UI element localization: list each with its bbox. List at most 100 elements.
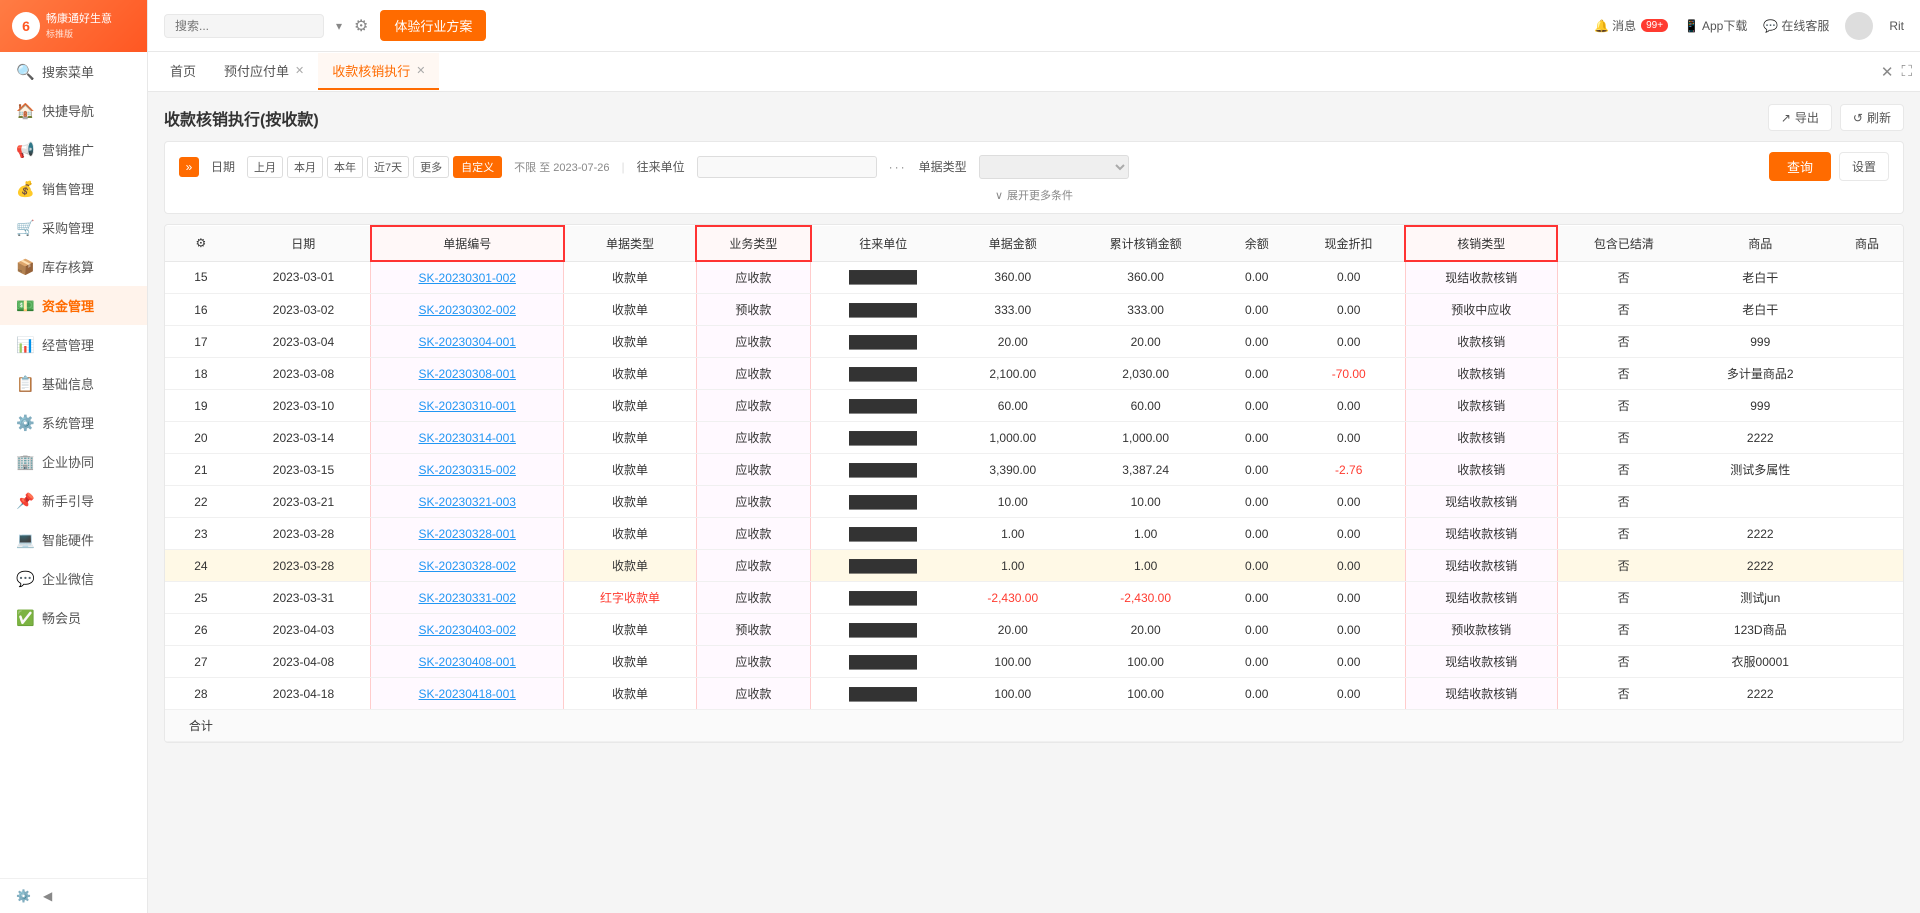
sidebar-item-purchase[interactable]: 🛒采购管理 [0, 208, 147, 247]
cell-goods: 999 [1689, 390, 1831, 422]
sidebar-item-inventory[interactable]: 📦库存核算 [0, 247, 147, 286]
sidebar-item-quicknav[interactable]: 🏠快捷导航 [0, 91, 147, 130]
date-more-btn[interactable]: 更多 [413, 156, 449, 178]
cell-partner: ████████ [811, 550, 956, 582]
cell-amount: -2,430.00 [955, 582, 1070, 614]
tab-home[interactable]: 首页 [156, 53, 210, 90]
date-7days-btn[interactable]: 近7天 [367, 156, 409, 178]
table-row[interactable]: 232023-03-28SK-20230328-001收款单应收款███████… [165, 518, 1903, 550]
table-row[interactable]: 192023-03-10SK-20230310-001收款单应收款███████… [165, 390, 1903, 422]
table-row[interactable]: 272023-04-08SK-20230408-001收款单应收款███████… [165, 646, 1903, 678]
tab-close-all-icon[interactable]: ✕ [1881, 63, 1894, 81]
sidebar-item-search[interactable]: 🔍搜索菜单 [0, 52, 147, 91]
cell-doc_no[interactable]: SK-20230403-002 [371, 614, 564, 646]
cell-doc_no[interactable]: SK-20230304-001 [371, 326, 564, 358]
cell-goods2 [1831, 550, 1903, 582]
sidebar-bottom: ⚙️ ◀ [0, 878, 147, 913]
cell-include_settled: 否 [1557, 390, 1689, 422]
sidebar-item-finance[interactable]: 💵资金管理 [0, 286, 147, 325]
sidebar-collapse-icon[interactable]: ◀ [43, 889, 52, 903]
table-row[interactable]: 222023-03-21SK-20230321-003收款单应收款███████… [165, 486, 1903, 518]
date-this-month-btn[interactable]: 本月 [287, 156, 323, 178]
partner-input[interactable] [697, 156, 877, 178]
cell-doc_type: 收款单 [564, 550, 696, 582]
date-custom-btn[interactable]: 自定义 [453, 156, 502, 178]
expand-more-btn[interactable]: ∨ 展开更多条件 [179, 187, 1889, 203]
sidebar-icon-sales: 💰 [16, 180, 34, 198]
table-row[interactable]: 252023-03-31SK-20230331-002红字收款单应收款█████… [165, 582, 1903, 614]
date-last-month-btn[interactable]: 上月 [247, 156, 283, 178]
table-row[interactable]: 202023-03-14SK-20230314-001收款单应收款███████… [165, 422, 1903, 454]
tab-close-collection[interactable]: ✕ [416, 64, 425, 77]
cell-discount: 0.00 [1293, 518, 1406, 550]
topbar-dropdown-icon[interactable]: ▾ [336, 19, 342, 33]
industry-solution-btn[interactable]: 体验行业方案 [380, 10, 486, 41]
cell-doc_no[interactable]: SK-20230408-001 [371, 646, 564, 678]
app-download-btn[interactable]: 📱 App下载 [1684, 17, 1747, 34]
sidebar-icon-purchase: 🛒 [16, 219, 34, 237]
cell-doc_no[interactable]: SK-20230315-002 [371, 454, 564, 486]
query-btn[interactable]: 查询 [1769, 152, 1831, 181]
user-avatar[interactable] [1845, 12, 1873, 40]
sidebar: 6 畅康通好生意 标推版 🔍搜索菜单🏠快捷导航📢营销推广💰销售管理🛒采购管理📦库… [0, 0, 148, 913]
cell-doc_type: 收款单 [564, 518, 696, 550]
refresh-btn[interactable]: ↺ 刷新 [1840, 104, 1904, 131]
table-row[interactable]: 152023-03-01SK-20230301-002收款单应收款███████… [165, 261, 1903, 294]
cell-doc_no[interactable]: SK-20230308-001 [371, 358, 564, 390]
tab-collection[interactable]: 收款核销执行✕ [318, 53, 439, 90]
sidebar-item-basics[interactable]: 📋基础信息 [0, 364, 147, 403]
cell-doc_no[interactable]: SK-20230314-001 [371, 422, 564, 454]
cell-index: 16 [165, 294, 237, 326]
total-cell-date [237, 710, 371, 742]
voucher-type-select[interactable] [979, 155, 1129, 179]
sidebar-settings-icon[interactable]: ⚙️ [16, 889, 31, 903]
online-service-btn[interactable]: 💬 在线客服 [1763, 17, 1829, 34]
tab-close-prepay[interactable]: ✕ [295, 64, 304, 77]
sidebar-item-marketing[interactable]: 📢营销推广 [0, 130, 147, 169]
cell-biz_type: 应收款 [696, 582, 810, 614]
topbar-search-input[interactable] [164, 14, 324, 38]
sidebar-label-enterprise: 企业协同 [42, 452, 94, 471]
table-row[interactable]: 282023-04-18SK-20230418-001收款单应收款███████… [165, 678, 1903, 710]
messages-btn[interactable]: 🔔 消息 99+ [1594, 17, 1668, 34]
cell-doc_no[interactable]: SK-20230328-001 [371, 518, 564, 550]
sidebar-item-operations[interactable]: 📊经营管理 [0, 325, 147, 364]
export-btn[interactable]: ↗ 导出 [1768, 104, 1832, 131]
cell-doc_no[interactable]: SK-20230321-003 [371, 486, 564, 518]
sidebar-item-member[interactable]: ✅畅会员 [0, 598, 147, 637]
sidebar-item-wechat[interactable]: 💬企业微信 [0, 559, 147, 598]
sidebar-item-system[interactable]: ⚙️系统管理 [0, 403, 147, 442]
cell-partner: ████████ [811, 326, 956, 358]
table-row[interactable]: 182023-03-08SK-20230308-001收款单应收款███████… [165, 358, 1903, 390]
sidebar-item-enterprise[interactable]: 🏢企业协同 [0, 442, 147, 481]
cell-doc_no[interactable]: SK-20230302-002 [371, 294, 564, 326]
app-logo: 6 畅康通好生意 标推版 [0, 0, 147, 52]
table-row[interactable]: 172023-03-04SK-20230304-001收款单应收款███████… [165, 326, 1903, 358]
col-header-discount: 现金折扣 [1293, 226, 1406, 261]
cell-include_settled: 否 [1557, 518, 1689, 550]
filter-expand-btn[interactable]: » [179, 157, 199, 177]
table-row[interactable]: 212023-03-15SK-20230315-002收款单应收款███████… [165, 454, 1903, 486]
page-title: 收款核销执行(按收款) [164, 106, 319, 130]
cell-doc_no[interactable]: SK-20230328-002 [371, 550, 564, 582]
table-row[interactable]: 242023-03-28SK-20230328-002收款单应收款███████… [165, 550, 1903, 582]
sidebar-item-hardware[interactable]: 💻智能硬件 [0, 520, 147, 559]
cell-doc_no[interactable]: SK-20230331-002 [371, 582, 564, 614]
cell-doc_type: 收款单 [564, 614, 696, 646]
date-this-year-btn[interactable]: 本年 [327, 156, 363, 178]
cell-doc_no[interactable]: SK-20230310-001 [371, 390, 564, 422]
filter-setting-btn[interactable]: 设置 [1839, 152, 1889, 181]
table-row[interactable]: 162023-03-02SK-20230302-002收款单预收款███████… [165, 294, 1903, 326]
tab-label-home: 首页 [170, 61, 196, 80]
cell-doc_no[interactable]: SK-20230301-002 [371, 261, 564, 294]
cell-cancel_type: 收款核销 [1405, 390, 1557, 422]
total-cell-include_settled [1557, 710, 1689, 742]
topbar-settings-icon[interactable]: ⚙ [354, 16, 368, 36]
sidebar-item-sales[interactable]: 💰销售管理 [0, 169, 147, 208]
tab-prepay[interactable]: 预付应付单✕ [210, 53, 318, 90]
tab-fullscreen-icon[interactable]: ⛶ [1901, 63, 1912, 81]
table-row[interactable]: 262023-04-03SK-20230403-002收款单预收款███████… [165, 614, 1903, 646]
sidebar-item-guide[interactable]: 📌新手引导 [0, 481, 147, 520]
cell-doc_no[interactable]: SK-20230418-001 [371, 678, 564, 710]
cell-cancel_type: 现结收款核销 [1405, 646, 1557, 678]
